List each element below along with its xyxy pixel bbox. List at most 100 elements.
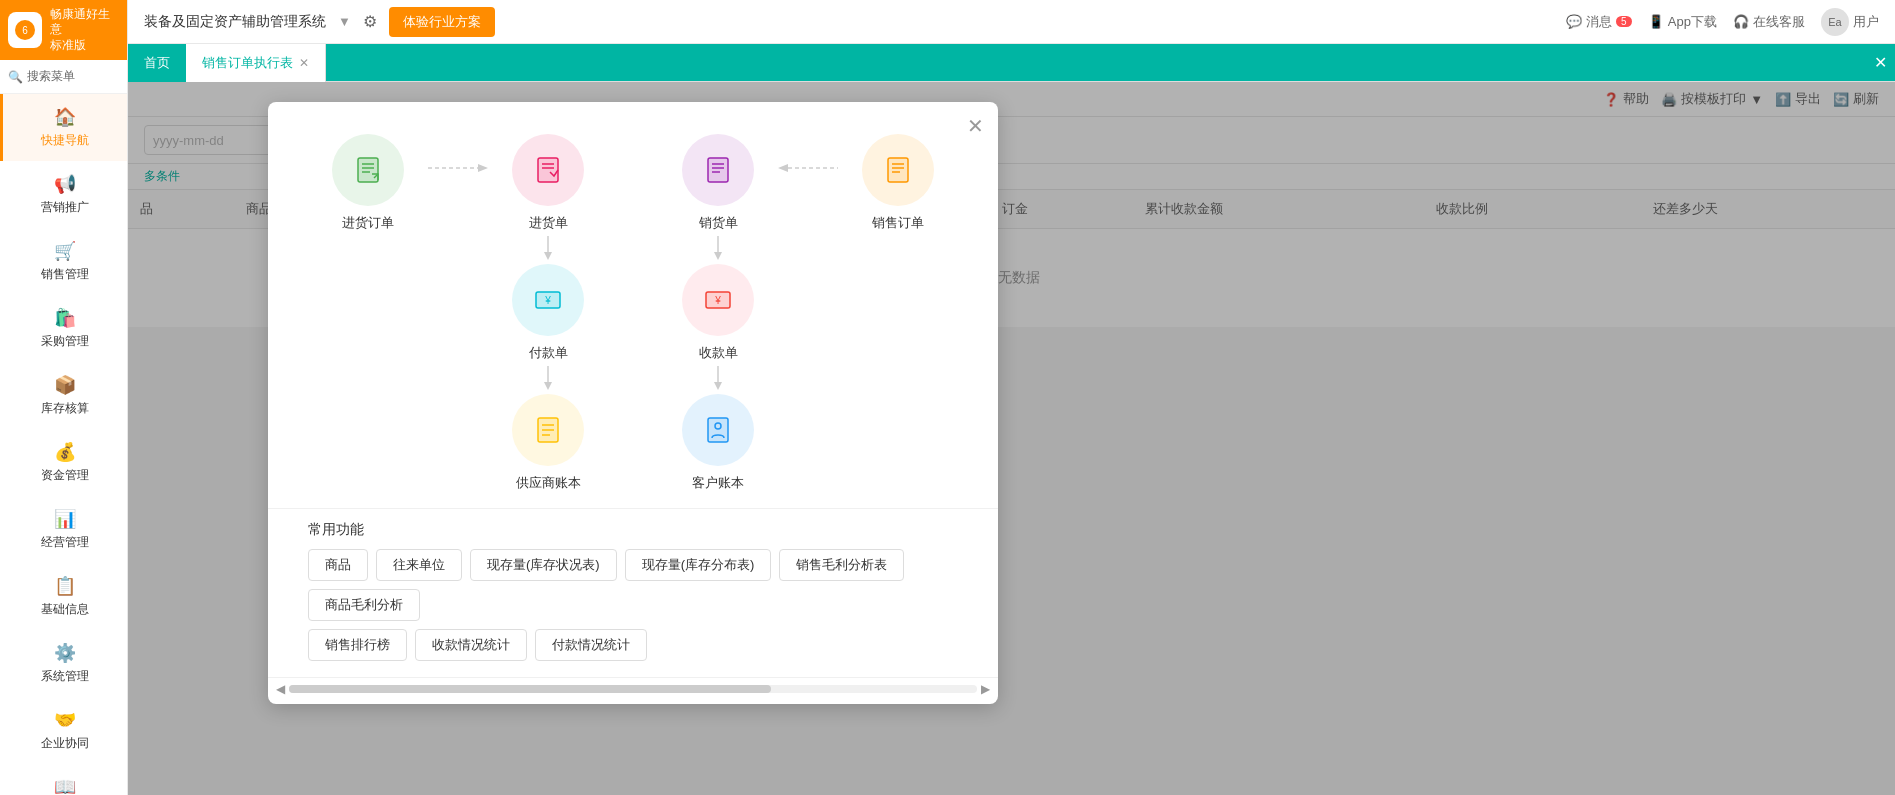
sidebar-search[interactable]: 🔍 搜索菜单 [0,60,127,94]
flow-item-purchase-order[interactable]: 进货订单 [308,134,428,232]
sidebar-item-purchase[interactable]: 🛍️ 采购管理 [0,295,127,362]
supplier-ledger-circle [512,394,584,466]
tab-home-label: 首页 [144,54,170,72]
sidebar-item-label: 经营管理 [41,534,89,551]
sidebar-item-guide[interactable]: 📖 新手引导 [0,764,127,795]
experience-btn[interactable]: 体验行业方案 [389,7,495,37]
svg-rect-2 [358,158,378,182]
flow-item-purchase-bill[interactable]: 进货单 [488,134,608,232]
tabbar-close-btn[interactable]: ✕ [1874,53,1887,72]
tab-close-icon[interactable]: ✕ [299,56,309,70]
tab-sales-order[interactable]: 销售订单执行表 ✕ [186,44,326,82]
func-btn-inventory-status[interactable]: 现存量(库存状况表) [470,549,617,581]
func-btn-partner[interactable]: 往来单位 [376,549,462,581]
message-badge: 5 [1616,16,1632,27]
flow-item-sales-bill[interactable]: 销货单 [658,134,778,232]
flow-item-supplier-ledger[interactable]: 供应商账本 [488,394,608,492]
func-btn-sales-profit[interactable]: 销售毛利分析表 [779,549,904,581]
search-label: 搜索菜单 [27,68,75,85]
svg-marker-39 [714,382,722,390]
marketing-icon: 📢 [54,173,76,195]
sidebar-item-label: 销售管理 [41,266,89,283]
supplier-ledger-label: 供应商账本 [516,474,581,492]
app-download-btn[interactable]: 📱 App下载 [1648,13,1717,31]
page-body: ❓ 帮助 🖨️ 按模板打印 ▼ ⬆️ 导出 🔄 刷新 [128,82,1895,795]
sidebar: 6 畅康通好生意 标准版 🔍 搜索菜单 🏠 快捷导航 📢 营销推广 🛒 销售管理 [0,0,128,795]
logo-text: 畅康通好生意 标准版 [50,7,119,54]
sidebar-item-inventory[interactable]: 📦 库存核算 [0,362,127,429]
sidebar-item-label: 库存核算 [41,400,89,417]
topbar: 装备及固定资产辅助管理系统 ▼ ⚙ 体验行业方案 💬 消息 5 📱 App下载 … [128,0,1895,44]
sidebar-item-label: 资金管理 [41,467,89,484]
scrollbar-track[interactable] [289,685,977,693]
guide-icon: 📖 [54,776,76,795]
sidebar-item-sales[interactable]: 🛒 销售管理 [0,228,127,295]
purchase-bill-circle [512,134,584,206]
purchase-bill-label: 进货单 [529,214,568,232]
sidebar-item-quick-nav[interactable]: 🏠 快捷导航 [0,94,127,161]
sidebar-item-label: 采购管理 [41,333,89,350]
scrollbar-thumb [289,685,771,693]
payment-bill-label: 付款单 [529,344,568,362]
sidebar-item-operations[interactable]: 📊 经营管理 [0,496,127,563]
topbar-arrow-icon: ▼ [338,14,351,29]
quick-nav-icon: 🏠 [54,106,76,128]
flow-item-payment-bill[interactable]: ¥ 付款单 [488,264,608,362]
message-btn[interactable]: 💬 消息 5 [1566,13,1632,31]
user-menu[interactable]: Ea 用户 [1821,8,1879,36]
sales-order-label: 销售订单 [872,214,924,232]
modal-overlay: ✕ [128,82,1895,795]
func-btn-product-profit[interactable]: 商品毛利分析 [308,589,420,621]
func-btn-payment-stats[interactable]: 付款情况统计 [535,629,647,661]
sidebar-item-system[interactable]: ⚙️ 系统管理 [0,630,127,697]
finance-icon: 💰 [54,441,76,463]
func-btn-sales-rank[interactable]: 销售排行榜 [308,629,407,661]
svg-marker-29 [714,252,722,260]
payment-bill-circle: ¥ [512,264,584,336]
func-btn-inventory-dist[interactable]: 现存量(库存分布表) [625,549,772,581]
topbar-settings-icon[interactable]: ⚙ [363,12,377,31]
sidebar-item-basic-info[interactable]: 📋 基础信息 [0,563,127,630]
svg-rect-21 [888,158,908,182]
sales-bill-circle [682,134,754,206]
online-service-label: 在线客服 [1753,13,1805,31]
sidebar-item-label: 营销推广 [41,199,89,216]
flow-modal: ✕ [268,102,998,704]
svg-text:¥: ¥ [714,295,721,306]
modal-scrollbar: ◀ ▶ [268,677,998,704]
flow-item-sales-order[interactable]: 销售订单 [838,134,958,232]
online-service-btn[interactable]: 🎧 在线客服 [1733,13,1805,31]
func-btn-receipt-stats[interactable]: 收款情况统计 [415,629,527,661]
svg-rect-10 [538,158,558,182]
svg-rect-14 [708,158,728,182]
scroll-right-btn[interactable]: ▶ [981,682,990,696]
sidebar-item-finance[interactable]: 💰 资金管理 [0,429,127,496]
flow-item-receipt-bill[interactable]: ¥ 收款单 [658,264,778,362]
sidebar-item-label: 企业协同 [41,735,89,752]
svg-rect-45 [708,418,728,442]
sidebar-logo: 6 畅康通好生意 标准版 [0,0,127,60]
sidebar-item-enterprise[interactable]: 🤝 企业协同 [0,697,127,764]
inventory-icon: 📦 [54,374,76,396]
func-buttons-row-2: 销售排行榜 收款情况统计 付款情况统计 [308,629,958,661]
sidebar-nav: 🏠 快捷导航 📢 营销推广 🛒 销售管理 🛍️ 采购管理 📦 库存核算 💰 [0,94,127,795]
system-icon: ⚙️ [54,642,76,664]
scroll-left-btn[interactable]: ◀ [276,682,285,696]
svg-text:¥: ¥ [544,295,551,306]
flow-section: 进货订单 [268,102,998,508]
func-btn-product[interactable]: 商品 [308,549,368,581]
sidebar-item-label: 快捷导航 [41,132,89,149]
avatar: Ea [1821,8,1849,36]
sidebar-item-marketing[interactable]: 📢 营销推广 [0,161,127,228]
svg-marker-37 [544,382,552,390]
headset-icon: 🎧 [1733,14,1749,29]
receipt-bill-circle: ¥ [682,264,754,336]
modal-close-btn[interactable]: ✕ [967,114,984,138]
basic-info-icon: 📋 [54,575,76,597]
tab-home[interactable]: 首页 [128,44,186,82]
flow-item-customer-ledger[interactable]: 客户账本 [658,394,778,492]
customer-ledger-circle [682,394,754,466]
topbar-right: 💬 消息 5 📱 App下载 🎧 在线客服 Ea 用户 [1566,8,1879,36]
common-functions-title: 常用功能 [308,521,958,539]
main-content: 装备及固定资产辅助管理系统 ▼ ⚙ 体验行业方案 💬 消息 5 📱 App下载 … [128,0,1895,795]
